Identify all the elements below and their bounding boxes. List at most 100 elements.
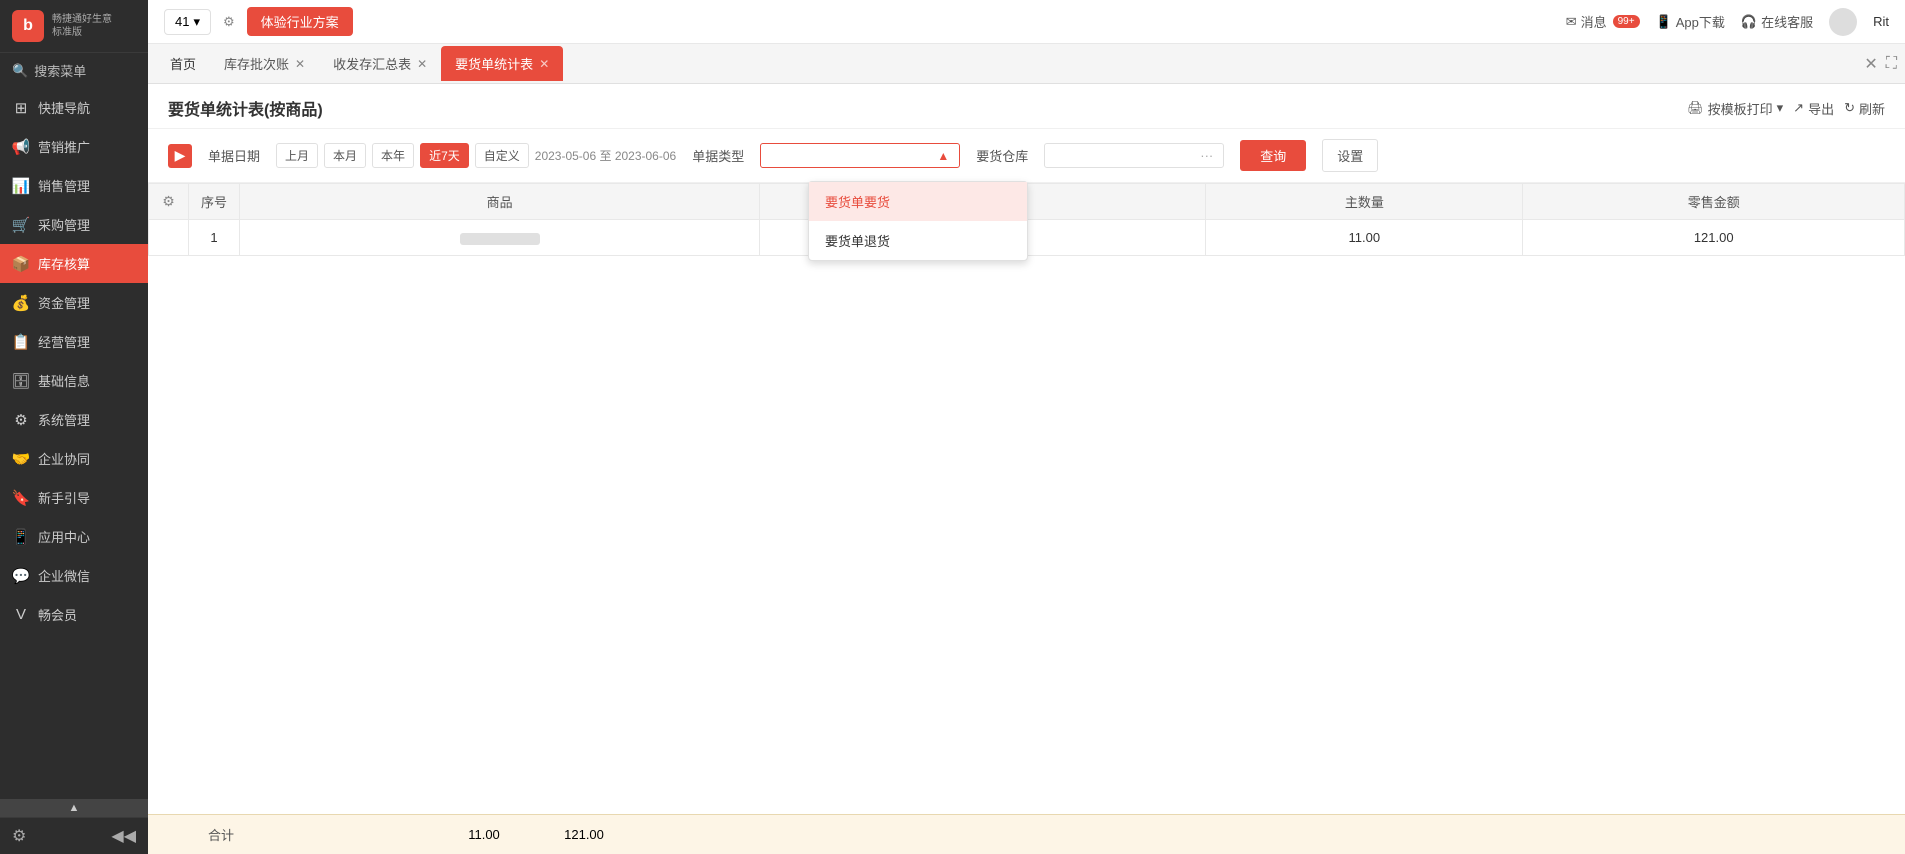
sidebar-item-finance[interactable]: 💰 资金管理 (0, 283, 148, 322)
close-all-icon[interactable]: ✕ (1864, 54, 1877, 74)
date-filter-label: 单据日期 (208, 146, 260, 165)
sidebar-item-sales[interactable]: 📊 销售管理 (0, 166, 148, 205)
sidebar-item-operation[interactable]: 📋 经营管理 (0, 322, 148, 361)
enterprise-icon: 🤝 (12, 450, 30, 468)
col-header-amount: 零售金额 (1523, 184, 1905, 220)
tab-batch[interactable]: 库存批次账 ✕ (210, 46, 319, 81)
phone-icon: 📱 (1656, 14, 1672, 30)
sidebar-logo: b 畅捷通好生意 标准版 (0, 0, 148, 53)
operation-icon: 📋 (12, 333, 30, 351)
sales-icon: 📊 (12, 177, 30, 195)
chevron-down-icon: ▾ (193, 14, 200, 30)
tab-bar: 首页 库存批次账 ✕ 收发存汇总表 ✕ 要货单统计表 ✕ ✕ ⛶ (148, 44, 1905, 84)
refresh-icon: ↻ (1844, 100, 1855, 116)
column-settings-icon[interactable]: ⚙ (162, 193, 175, 209)
filter-bar: ▶ 单据日期 上月 本月 本年 近7天 自定义 2023-05-06 至 202… (148, 129, 1905, 183)
tab-home[interactable]: 首页 (156, 46, 210, 81)
sidebar-item-quick-nav[interactable]: ⊞ 快捷导航 (0, 88, 148, 127)
setting-btn[interactable]: 设置 (1322, 139, 1378, 172)
support-item[interactable]: 🎧 在线客服 (1741, 12, 1813, 31)
messages-badge: 99+ (1613, 15, 1640, 28)
sidebar-item-system[interactable]: ⚙ 系统管理 (0, 400, 148, 439)
quick-nav-icon: ⊞ (12, 99, 30, 117)
type-select[interactable]: ▲ (760, 143, 960, 168)
collapse-icon[interactable]: ◀◀ (111, 826, 136, 846)
export-btn[interactable]: ↗ 导出 (1793, 99, 1834, 118)
query-btn[interactable]: 查询 (1240, 140, 1306, 171)
col-header-settings[interactable]: ⚙ (149, 184, 189, 220)
sidebar-item-purchase[interactable]: 🛒 采购管理 (0, 205, 148, 244)
marketing-icon: 📢 (12, 138, 30, 156)
sidebar-item-vip[interactable]: V 畅会员 (0, 595, 148, 634)
sidebar-item-basic[interactable]: 🗄 基础信息 (0, 361, 148, 400)
search-menu[interactable]: 🔍 搜索菜单 (0, 53, 148, 88)
vip-icon: V (12, 606, 30, 624)
settings-footer-icon[interactable]: ⚙ (12, 826, 26, 846)
header-left: 41 ▾ ⚙ 体验行业方案 (164, 7, 353, 36)
user-avatar[interactable] (1829, 8, 1857, 36)
main-content: 41 ▾ ⚙ 体验行业方案 ✉ 消息 99+ 📱 App下载 🎧 在线客服 Ri… (148, 0, 1905, 854)
tab-close-receivable[interactable]: ✕ (417, 57, 427, 71)
basic-icon: 🗄 (12, 372, 30, 390)
sidebar-item-wechat[interactable]: 💬 企业微信 (0, 556, 148, 595)
page-content: 要货单统计表(按商品) 🖨 按模板打印 ▾ ↗ 导出 ↻ 刷新 ▶ (148, 84, 1905, 854)
search-icon: 🔍 (12, 63, 28, 79)
type-dropdown-menu: 要货单要货 要货单退货 (808, 181, 1028, 261)
headset-icon: 🎧 (1741, 14, 1757, 30)
date-prev-btn[interactable]: 上月 (276, 143, 318, 168)
page-header: 要货单统计表(按商品) 🖨 按模板打印 ▾ ↗ 导出 ↻ 刷新 (148, 84, 1905, 129)
sidebar: b 畅捷通好生意 标准版 🔍 搜索菜单 ⊞ 快捷导航 📢 营销推广 📊 销售管理… (0, 0, 148, 854)
app-logo-text: 畅捷通好生意 标准版 (52, 13, 112, 39)
warehouse-select[interactable]: ··· (1044, 143, 1224, 168)
sidebar-item-guide[interactable]: 🔖 新手引导 (0, 478, 148, 517)
filter-date-group: 上月 本月 本年 近7天 自定义 2023-05-06 至 2023-06-06 (276, 143, 676, 168)
date-curr-btn[interactable]: 本月 (324, 143, 366, 168)
type-filter-label: 单据类型 (692, 146, 744, 165)
col-header-quantity: 主数量 (1206, 184, 1523, 220)
footer-total-label: 合计 (168, 825, 234, 844)
row-product (240, 220, 760, 256)
sidebar-nav: ⊞ 快捷导航 📢 营销推广 📊 销售管理 🛒 采购管理 📦 库存核算 💰 资金管… (0, 88, 148, 799)
purchase-icon: 🛒 (12, 216, 30, 234)
sidebar-scroll-up[interactable]: ▲ (0, 799, 148, 817)
date-custom-btn[interactable]: 自定义 (475, 143, 529, 168)
header-right: ✉ 消息 99+ 📱 App下载 🎧 在线客服 Rit (1566, 8, 1889, 36)
table-container: ⚙ 序号 商品 主计量单位 主数量 零售金额 1 (148, 183, 1905, 814)
trial-btn[interactable]: 体验行业方案 (247, 7, 353, 36)
tab-order-stat[interactable]: 要货单统计表 ✕ (441, 46, 563, 81)
tab-close-batch[interactable]: ✕ (295, 57, 305, 71)
gear-settings-icon[interactable]: ⚙ (223, 14, 235, 30)
maximize-icon[interactable]: ⛶ (1886, 55, 1897, 73)
print-btn[interactable]: 🖨 按模板打印 ▾ (1687, 99, 1783, 118)
inventory-icon: 📦 (12, 255, 30, 273)
dropdown-item-return-order[interactable]: 要货单退货 (809, 221, 1027, 260)
print-dropdown-icon: ▾ (1777, 100, 1784, 116)
sidebar-item-appstore[interactable]: 📱 应用中心 (0, 517, 148, 556)
messages-item[interactable]: ✉ 消息 99+ (1566, 12, 1640, 31)
date-week7-btn[interactable]: 近7天 (420, 143, 469, 168)
app-logo-icon: b (12, 10, 44, 42)
col-header-product: 商品 (240, 184, 760, 220)
tab-close-order-stat[interactable]: ✕ (539, 57, 549, 71)
warehouse-more-icon: ··· (1200, 148, 1213, 163)
type-select-chevron-up-icon: ▲ (937, 149, 949, 163)
user-name: Rit (1873, 14, 1889, 29)
refresh-btn[interactable]: ↻ 刷新 (1844, 99, 1885, 118)
workspace-selector[interactable]: 41 ▾ (164, 9, 211, 35)
system-icon: ⚙ (12, 411, 30, 429)
print-icon: 🖨 (1687, 100, 1704, 116)
sidebar-item-enterprise[interactable]: 🤝 企业协同 (0, 439, 148, 478)
tab-bar-actions: ✕ ⛶ (1864, 54, 1897, 74)
dropdown-item-purchase-order[interactable]: 要货单要货 (809, 182, 1027, 221)
sidebar-item-inventory[interactable]: 📦 库存核算 (0, 244, 148, 283)
download-item[interactable]: 📱 App下载 (1656, 12, 1725, 31)
tab-receivable[interactable]: 收发存汇总表 ✕ (319, 46, 441, 81)
filter-expand-btn[interactable]: ▶ (168, 144, 192, 168)
row-quantity: 11.00 (1206, 220, 1523, 256)
sidebar-item-marketing[interactable]: 📢 营销推广 (0, 127, 148, 166)
row-amount: 121.00 (1523, 220, 1905, 256)
type-select-input[interactable] (771, 148, 937, 163)
col-header-num: 序号 (189, 184, 240, 220)
date-year-btn[interactable]: 本年 (372, 143, 414, 168)
finance-icon: 💰 (12, 294, 30, 312)
